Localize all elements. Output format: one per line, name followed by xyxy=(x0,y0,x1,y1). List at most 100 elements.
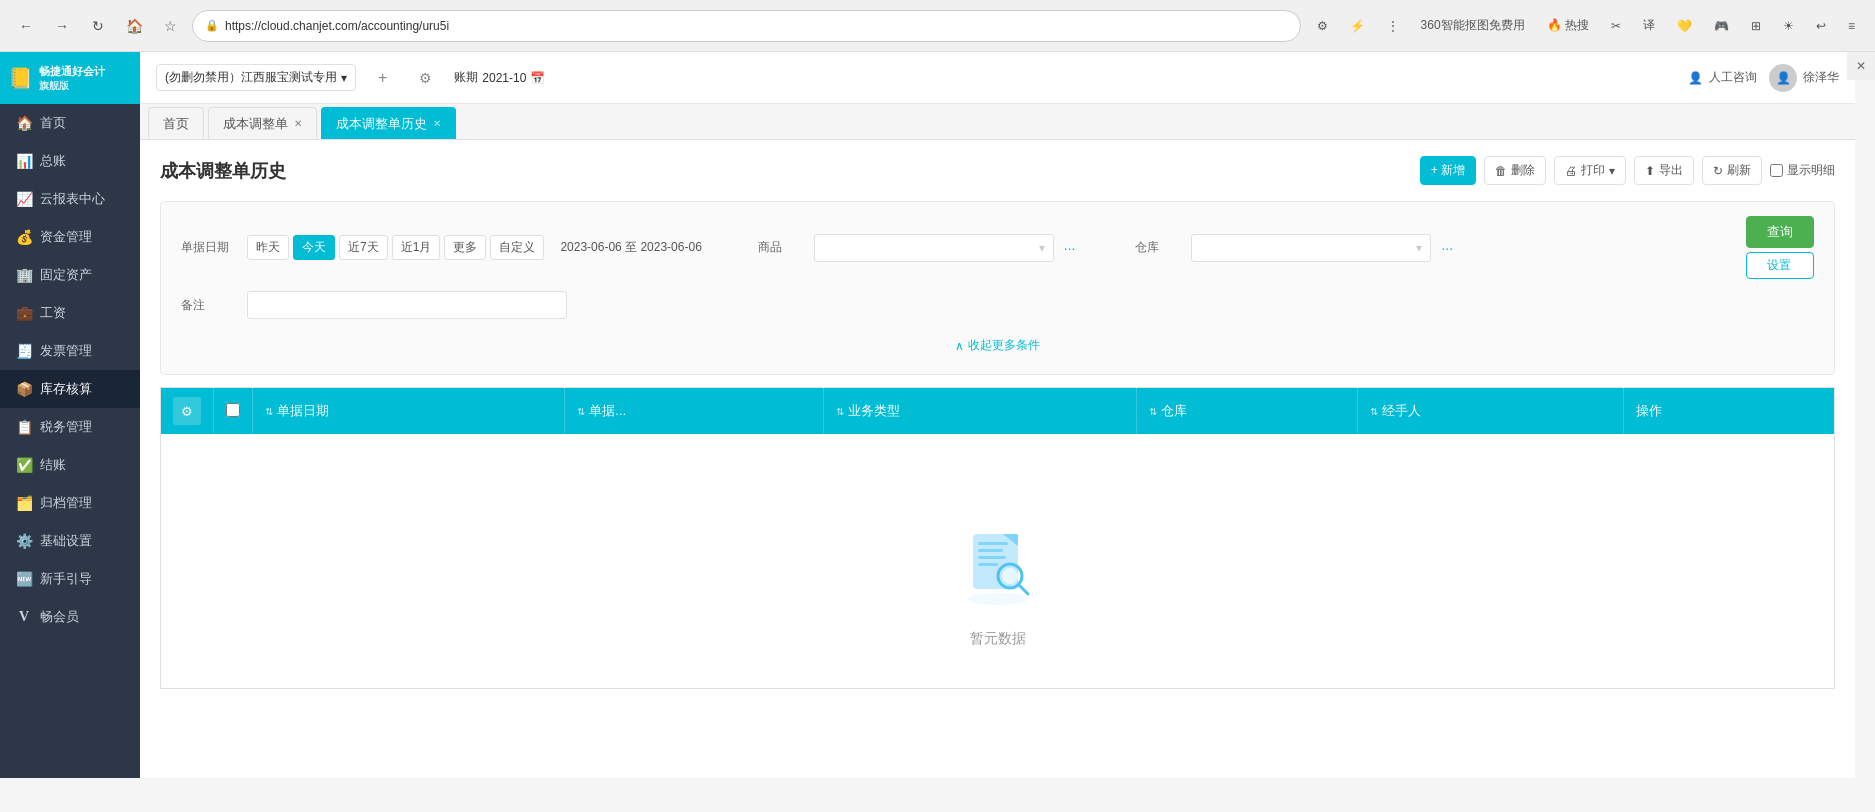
print-icon: 🖨 xyxy=(1565,164,1577,178)
date-btn-more[interactable]: 更多 xyxy=(444,235,486,260)
ai-search-button[interactable]: 360智能抠图免费用 xyxy=(1413,13,1533,38)
hot-search-button[interactable]: 🔥 热搜 xyxy=(1539,13,1597,38)
company-dropdown-icon: ▾ xyxy=(341,71,347,85)
company-selector[interactable]: (勿删勿禁用）江西服宝测试专用 ▾ xyxy=(156,64,356,91)
side-close-button[interactable]: ✕ xyxy=(1847,52,1875,80)
user-avatar-icon: 👤 xyxy=(1776,71,1791,85)
sort-handler-icon: ⇅ xyxy=(1370,406,1378,417)
page-content: 成本调整单历史 + 新增 🗑 删除 🖨 打印 ▾ ⬆ 导出 xyxy=(140,140,1855,778)
sidebar-item-inventory[interactable]: 📦 库存核算 xyxy=(0,370,140,408)
add-tab-button[interactable]: + xyxy=(368,64,397,92)
number-col-th[interactable]: ⇅ 单据... xyxy=(565,388,824,435)
tab-cost-adjust-history-close[interactable]: ✕ xyxy=(433,118,441,129)
date-btn-1month[interactable]: 近1月 xyxy=(392,235,441,260)
app-container: 📒 畅捷通好会计 旗舰版 🏠 首页 📊 总账 📈 云报表中心 💰 资金管理 🏢 … xyxy=(0,52,1875,778)
collapse-filter-btn[interactable]: ∧ 收起更多条件 xyxy=(181,331,1814,360)
tab-home[interactable]: 首页 xyxy=(148,107,204,139)
funds-icon: 💰 xyxy=(16,229,32,245)
sidebar-item-guide[interactable]: 🆕 新手引导 xyxy=(0,560,140,598)
sidebar-item-invoices[interactable]: 🧾 发票管理 xyxy=(0,332,140,370)
warehouse-more-btn[interactable]: ··· xyxy=(1437,240,1457,256)
translate-button[interactable]: 译 xyxy=(1635,13,1663,38)
sidebar-item-funds[interactable]: 💰 资金管理 xyxy=(0,218,140,256)
ledger-icon: 📊 xyxy=(16,153,32,169)
empty-state: 暂元数据 xyxy=(161,434,1834,688)
apps-button[interactable]: ⊞ xyxy=(1743,15,1769,37)
print-button[interactable]: 🖨 打印 ▾ xyxy=(1554,156,1626,185)
payroll-icon: 💼 xyxy=(16,305,32,321)
top-bar: (勿删勿禁用）江西服宝测试专用 ▾ + ⚙ 账期 2021-10 📅 👤 人工咨… xyxy=(140,52,1855,104)
add-button[interactable]: + 新增 xyxy=(1420,156,1476,185)
wallet-button[interactable]: 💛 xyxy=(1669,15,1700,37)
back-button[interactable]: ← xyxy=(12,12,40,40)
ops-col-th: 操作 xyxy=(1624,388,1835,435)
refresh-button[interactable]: ↻ xyxy=(84,12,112,40)
goods-select[interactable]: ▾ xyxy=(814,234,1054,262)
address-bar[interactable]: 🔒 https://cloud.chanjet.com/accounting/u… xyxy=(192,10,1301,42)
side-panel: ✕ xyxy=(1855,52,1875,778)
sidebar-item-assets[interactable]: 🏢 固定资产 xyxy=(0,256,140,294)
bookmark-button[interactable]: ☆ xyxy=(156,12,184,40)
sidebar-item-tax[interactable]: 📋 税务管理 xyxy=(0,408,140,446)
goods-filter: 商品 ▾ ··· xyxy=(758,234,1080,262)
delete-icon: 🗑 xyxy=(1495,164,1507,178)
sidebar-item-reports[interactable]: 📈 云报表中心 xyxy=(0,180,140,218)
extensions-button[interactable]: ⚙ xyxy=(1309,15,1336,37)
query-button[interactable]: 查询 xyxy=(1746,216,1814,248)
sidebar-item-ledger[interactable]: 📊 总账 xyxy=(0,142,140,180)
home-button[interactable]: 🏠 xyxy=(120,12,148,40)
service-btn[interactable]: 👤 人工咨询 xyxy=(1688,69,1757,86)
forward-button[interactable]: → xyxy=(48,12,76,40)
date-btn-7days[interactable]: 近7天 xyxy=(339,235,388,260)
sidebar-item-home[interactable]: 🏠 首页 xyxy=(0,104,140,142)
hotspot-button[interactable]: ⚡ xyxy=(1342,15,1373,37)
show-cols-label[interactable]: 显示明细 xyxy=(1770,162,1835,179)
delete-button[interactable]: 🗑 删除 xyxy=(1484,156,1546,185)
warehouse-col-th[interactable]: ⇅ 仓库 xyxy=(1136,388,1357,435)
undo-button[interactable]: ↩ xyxy=(1808,15,1834,37)
empty-text: 暂元数据 xyxy=(970,630,1026,648)
reports-icon: 📈 xyxy=(16,191,32,207)
sort-biz-type-icon: ⇅ xyxy=(836,406,844,417)
scissors-button[interactable]: ✂ xyxy=(1603,15,1629,37)
more-button[interactable]: ≡ xyxy=(1840,15,1863,37)
sort-number-icon: ⇅ xyxy=(577,406,585,417)
date-col-th[interactable]: ⇅ 单据日期 xyxy=(253,388,565,435)
game-button[interactable]: 🎮 xyxy=(1706,15,1737,37)
sidebar-item-closing[interactable]: ✅ 结账 xyxy=(0,446,140,484)
settings-shortcut-button[interactable]: ⚙ xyxy=(409,65,442,91)
goods-more-btn[interactable]: ··· xyxy=(1060,240,1080,256)
url-text: https://cloud.chanjet.com/accounting/uru… xyxy=(225,19,449,33)
calendar-icon[interactable]: 📅 xyxy=(530,71,545,85)
sidebar-item-archive[interactable]: 🗂️ 归档管理 xyxy=(0,484,140,522)
biz-type-col-th[interactable]: ⇅ 业务类型 xyxy=(824,388,1136,435)
tab-cost-adjust-history[interactable]: 成本调整单历史 ✕ xyxy=(321,107,456,139)
date-btn-today[interactable]: 今天 xyxy=(293,235,335,260)
show-cols-checkbox[interactable] xyxy=(1770,164,1783,177)
collapse-arrow-icon: ∧ xyxy=(955,339,964,353)
tab-cost-adjust[interactable]: 成本调整单 ✕ xyxy=(208,107,317,139)
sidebar-item-membership[interactable]: V 畅会员 xyxy=(0,598,140,636)
brightness-button[interactable]: ☀ xyxy=(1775,15,1802,37)
service-icon: 👤 xyxy=(1688,71,1703,85)
select-all-checkbox[interactable] xyxy=(226,403,240,417)
filter-settings-button[interactable]: 设置 xyxy=(1746,252,1814,279)
page-header-actions: + 新增 🗑 删除 🖨 打印 ▾ ⬆ 导出 ↻ xyxy=(1420,156,1835,185)
date-btn-custom[interactable]: 自定义 xyxy=(490,235,544,260)
tab-cost-adjust-close[interactable]: ✕ xyxy=(294,118,302,129)
sidebar-item-payroll[interactable]: 💼 工资 xyxy=(0,294,140,332)
svg-rect-4 xyxy=(978,556,1006,559)
warehouse-select[interactable]: ▾ xyxy=(1191,234,1431,262)
sidebar-item-settings[interactable]: ⚙️ 基础设置 xyxy=(0,522,140,560)
user-menu[interactable]: 👤 徐泽华 xyxy=(1769,64,1839,92)
menu-button[interactable]: ⋮ xyxy=(1379,15,1407,37)
handler-col-th[interactable]: ⇅ 经手人 xyxy=(1357,388,1624,435)
export-button[interactable]: ⬆ 导出 xyxy=(1634,156,1694,185)
remark-input[interactable] xyxy=(247,291,567,319)
filter-area: 单据日期 昨天 今天 近7天 近1月 更多 自定义 2023-06-06 至 2… xyxy=(160,201,1835,375)
date-btn-yesterday[interactable]: 昨天 xyxy=(247,235,289,260)
refresh-button[interactable]: ↻ 刷新 xyxy=(1702,156,1762,185)
table-settings-btn[interactable]: ⚙ xyxy=(173,397,201,425)
warehouse-label: 仓库 xyxy=(1135,239,1185,256)
period-label: 账期 xyxy=(454,69,478,86)
